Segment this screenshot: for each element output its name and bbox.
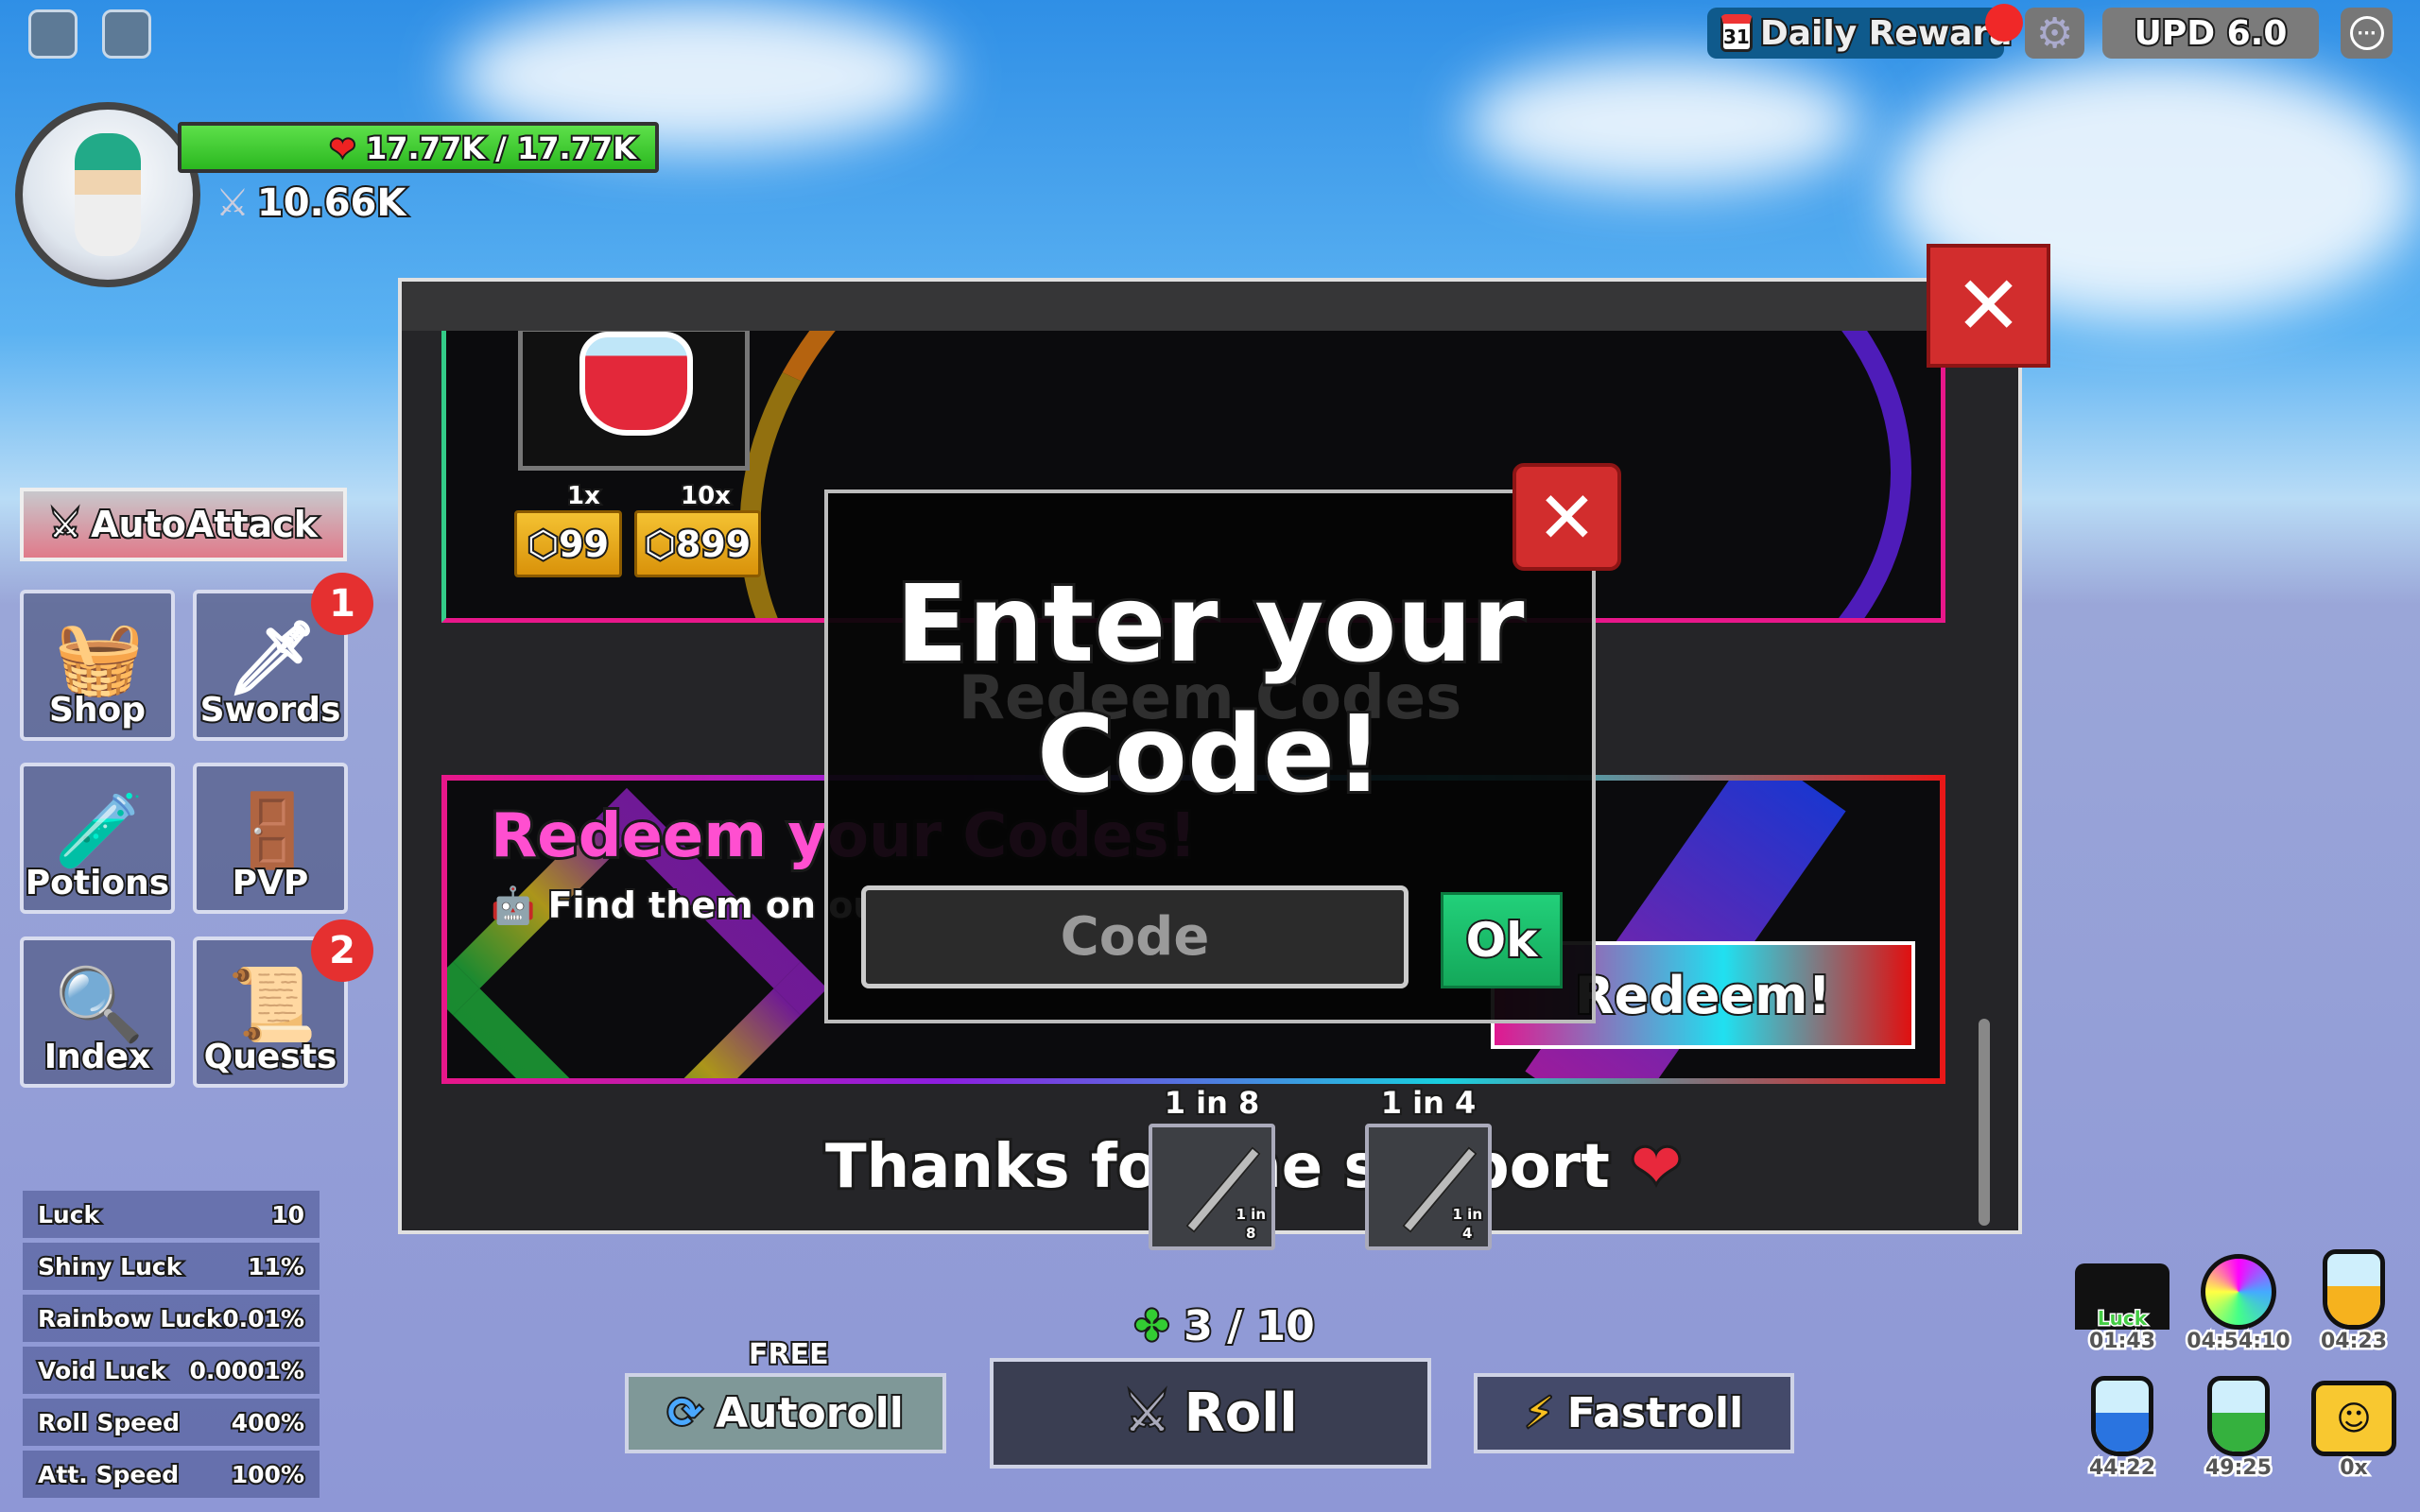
power-display: ⚔ 10.66K <box>216 180 408 227</box>
autoattack-button[interactable]: ⚔ AutoAttack <box>20 488 347 561</box>
sidebar-button-pvp[interactable]: 🚪 PVP <box>193 763 348 914</box>
sidebar-button-label: PVP <box>231 862 311 904</box>
qty-10x-label: 10x <box>679 480 733 512</box>
modal-title: Enter your Code! <box>893 560 1528 819</box>
stat-value: 400% <box>230 1407 306 1438</box>
chat-icon[interactable] <box>102 9 151 59</box>
buff-slot[interactable]: 04:54:10 <box>2185 1249 2292 1356</box>
crossed-swords-icon: ⚔ <box>1121 1381 1172 1446</box>
potion-icon <box>2207 1376 2270 1456</box>
stat-label: Luck <box>36 1199 101 1230</box>
more-icon[interactable]: ··· <box>2341 8 2393 59</box>
buff-slot[interactable]: 44:22 <box>2070 1376 2174 1483</box>
potion-icon <box>2323 1249 2385 1330</box>
stat-row: Luck 10 <box>23 1191 320 1238</box>
buff-timer: 0x <box>2338 1454 2370 1483</box>
free-label: FREE <box>747 1336 831 1373</box>
clover-icon: ✤ <box>1132 1300 1171 1352</box>
stat-label: Att. Speed <box>36 1459 181 1490</box>
scrollbar[interactable] <box>1979 1019 1990 1226</box>
stat-row: Shiny Luck 11% <box>23 1243 320 1290</box>
sword-odds-small: 1 in 4 <box>1450 1204 1484 1244</box>
power-value: 10.66K <box>255 180 408 227</box>
ok-button[interactable]: Ok <box>1441 892 1563 988</box>
buff-timer: 49:25 <box>2203 1454 2273 1483</box>
buff-timer: 01:43 <box>2086 1328 2157 1356</box>
repeat-icon: ⟳ <box>666 1387 704 1439</box>
sword-odds-label: 1 in 8 <box>1163 1083 1262 1123</box>
stat-row: Void Luck 0.0001% <box>23 1347 320 1394</box>
stat-row: Roll Speed 400% <box>23 1399 320 1446</box>
roblox-logo-icon[interactable] <box>28 9 78 59</box>
crossed-swords-icon: ⚔ <box>47 502 83 547</box>
stat-value: 100% <box>230 1459 306 1490</box>
qty-1x-label: 1x <box>565 480 602 512</box>
robot-icon: 🤖 <box>489 883 537 928</box>
buff-slot[interactable]: 04:23 <box>2302 1249 2406 1356</box>
potion-slot <box>518 331 750 471</box>
stat-value: 11% <box>246 1251 306 1282</box>
code-input[interactable]: Code <box>861 885 1409 988</box>
friends-boost-icon: ☺ <box>2311 1381 2396 1456</box>
fastroll-button[interactable]: ⚡ Fastroll <box>1474 1373 1794 1453</box>
health-bar: ❤ 17.77K / 17.77K <box>178 122 659 173</box>
roll-button[interactable]: ⚔ Roll <box>990 1358 1431 1469</box>
autoroll-button[interactable]: ⟳ Autoroll <box>625 1373 946 1453</box>
sidebar-button-potions[interactable]: 🧪 Potions <box>20 763 175 914</box>
sidebar-button-label: Swords <box>199 689 343 731</box>
rainbow-potion-icon <box>2201 1254 2276 1330</box>
sword-odds-small: 1 in 8 <box>1234 1204 1268 1244</box>
gear-icon[interactable]: ⚙ <box>2025 8 2084 59</box>
stat-label: Rainbow Luck <box>36 1303 224 1334</box>
lightning-icon: ⚡ <box>1523 1387 1556 1439</box>
sword-card[interactable]: 1 in 4 <box>1365 1124 1492 1250</box>
buff-slot[interactable]: 49:25 <box>2187 1376 2290 1483</box>
stat-value: 0.0001% <box>187 1355 306 1386</box>
daily-reward-label: Daily Rewara <box>1758 12 2014 55</box>
notification-badge: 2 <box>311 919 373 982</box>
sidebar-button-index[interactable]: 🔍 Index <box>20 936 175 1088</box>
update-button[interactable]: UPD 6.0 <box>2102 8 2319 59</box>
redeem-subtitle: 🤖 Find them on ou <box>489 883 880 928</box>
notification-badge: 1 <box>311 573 373 635</box>
sidebar-button-shop[interactable]: 🧺 Shop <box>20 590 175 741</box>
notification-dot <box>1985 4 2023 42</box>
code-modal: Redeem Codes Enter your Code! Code Ok <box>824 490 1596 1023</box>
stat-row: Rainbow Luck 0.01% <box>23 1295 320 1342</box>
sidebar-button-label: Quests <box>202 1036 339 1078</box>
sidebar-button-label: Shop <box>47 689 147 731</box>
cloud <box>1465 57 1862 189</box>
close-icon: ✕ <box>1536 474 1598 559</box>
stat-label: Roll Speed <box>36 1407 182 1438</box>
roll-counter: ✤ 3 / 10 <box>1132 1300 1317 1352</box>
close-modal-button[interactable]: ✕ <box>1512 463 1621 571</box>
buy-1x-button[interactable]: ⬡ 99 <box>514 510 622 577</box>
health-text: ❤ 17.77K / 17.77K <box>328 129 638 168</box>
daily-reward-button[interactable]: 31 Daily Rewara <box>1707 8 2014 59</box>
buff-timer: 04:23 <box>2318 1328 2389 1356</box>
sidebar-button-label: Potions <box>24 862 171 904</box>
buy-10x-button[interactable]: ⬡ 899 <box>634 510 761 577</box>
buff-timer: 44:22 <box>2086 1454 2157 1483</box>
close-icon: ✕ <box>1954 258 2023 353</box>
stat-row: Att. Speed 100% <box>23 1451 320 1498</box>
close-panel-button[interactable]: ✕ <box>1927 244 2050 368</box>
luck-boost-icon: Luck <box>2075 1263 2169 1332</box>
buff-slot[interactable]: ☺ 0x <box>2302 1376 2406 1483</box>
calendar-icon: 31 <box>1720 14 1753 52</box>
potion-icon <box>2091 1376 2153 1456</box>
crossed-swords-icon: ⚔ <box>216 181 250 225</box>
sword-odds-label: 1 in 4 <box>1379 1083 1478 1123</box>
buff-slot[interactable]: Luck 01:43 <box>2070 1249 2174 1356</box>
stat-value: 0.01% <box>220 1303 306 1334</box>
stat-value: 10 <box>269 1199 306 1230</box>
sidebar-button-label: Index <box>43 1036 152 1078</box>
stat-label: Shiny Luck <box>36 1251 183 1282</box>
sword-card[interactable]: 1 in 8 <box>1149 1124 1275 1250</box>
avatar <box>15 102 200 287</box>
stat-label: Void Luck <box>36 1355 167 1386</box>
buff-timer: 04:54:10 <box>2185 1328 2292 1356</box>
